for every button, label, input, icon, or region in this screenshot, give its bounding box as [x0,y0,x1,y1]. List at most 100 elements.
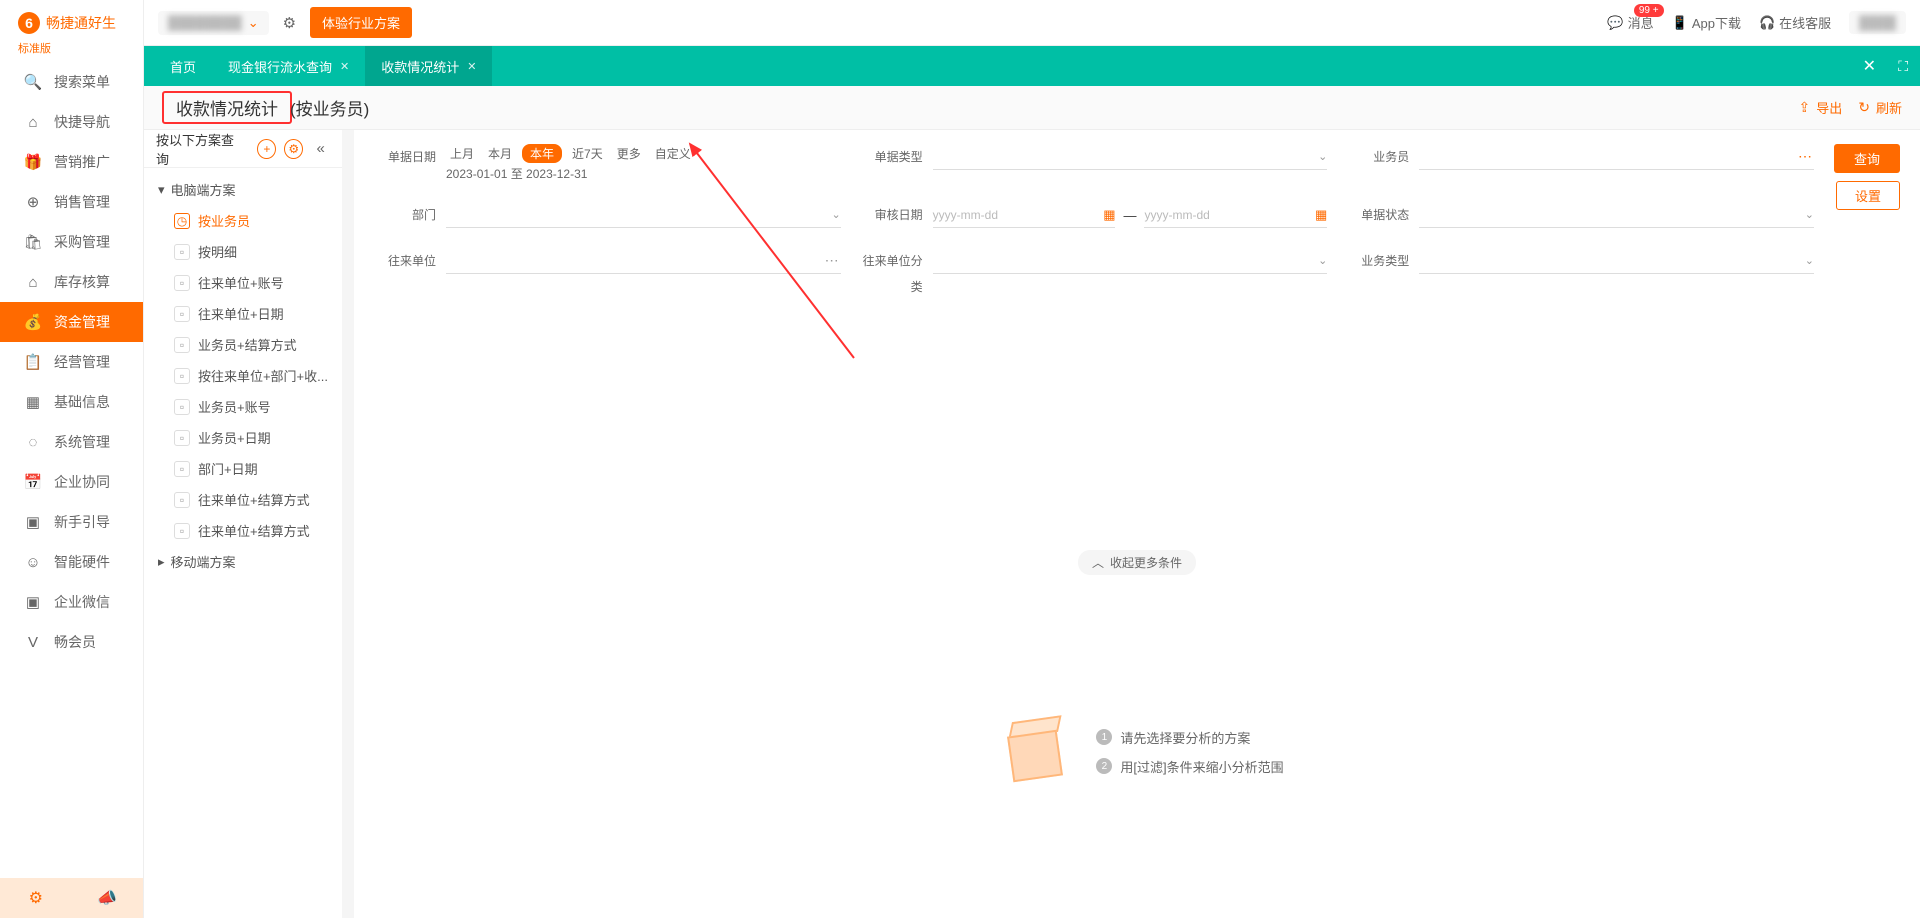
nav-item-新手引导[interactable]: ▣新手引导 [0,502,143,542]
sidebar: 6 畅捷通好生 标准版 🔍搜索菜单⌂快捷导航🎁营销推广⊕销售管理🛍采购管理⌂库存… [0,0,144,918]
nav-item-企业微信[interactable]: ▣企业微信 [0,582,143,622]
tab-收款情况统计[interactable]: 收款情况统计✕ [365,46,492,86]
scheme-item[interactable]: ▫往来单位+账号 [144,267,342,298]
service-button[interactable]: 🎧 在线客服 [1759,13,1831,32]
tab-首页[interactable]: 首页 [154,46,212,86]
scheme-item-label: 按业务员 [198,211,250,230]
scheme-item[interactable]: ▫业务员+账号 [144,391,342,422]
biz-type-select[interactable]: ⌄ [1419,248,1814,274]
nav-item-基础信息[interactable]: ▦基础信息 [0,382,143,422]
audit-date-from[interactable]: yyyy-mm-dd▦ [933,202,1116,228]
date-separator: — [1123,208,1136,223]
dept-select[interactable]: ⌄ [446,202,841,228]
nav-item-营销推广[interactable]: 🎁营销推广 [0,142,143,182]
nav-item-库存核算[interactable]: ⌂库存核算 [0,262,143,302]
scheme-item[interactable]: ▫业务员+日期 [144,422,342,453]
tab-fullscreen-icon[interactable]: ⛶ [1898,58,1908,75]
org-dropdown[interactable]: ████████ ⌄ [158,11,269,35]
scheme-group-pc[interactable]: ▾电脑端方案 [144,174,342,205]
scheme-item[interactable]: ◷按业务员 [144,205,342,236]
scheme-item[interactable]: ▫按往来单位+部门+收... [144,360,342,391]
scheme-item[interactable]: ▫部门+日期 [144,453,342,484]
nav-list: 🔍搜索菜单⌂快捷导航🎁营销推广⊕销售管理🛍采购管理⌂库存核算💰资金管理📋经营管理… [0,62,143,878]
date-quick-本月[interactable]: 本月 [484,144,516,163]
scheme-header-label: 按以下方案查询 [156,130,241,168]
collapse-filters-button[interactable]: ︿收起更多条件 [1078,550,1196,575]
scheme-item[interactable]: ▫按明细 [144,236,342,267]
settings-gear-icon[interactable]: ⚙ [0,878,72,918]
date-quick-更多[interactable]: 更多 [613,144,645,163]
date-quick-近7天[interactable]: 近7天 [568,144,607,163]
refresh-icon: ↻ [1858,99,1870,116]
nav-label: 企业微信 [54,592,110,612]
nav-item-经营管理[interactable]: 📋经营管理 [0,342,143,382]
nav-label: 快捷导航 [54,112,110,132]
scheme-item[interactable]: ▫往来单位+结算方式 [144,515,342,546]
scheme-item-icon: ▫ [174,523,190,539]
partner-picker[interactable]: ⋯ [446,248,841,274]
caret-right-icon: ▸ [158,554,165,570]
nav-item-销售管理[interactable]: ⊕销售管理 [0,182,143,222]
nav-item-搜索菜单[interactable]: 🔍搜索菜单 [0,62,143,102]
caret-down-icon: ▾ [158,182,165,198]
scheme-item[interactable]: ▫往来单位+结算方式 [144,484,342,515]
app-download-button[interactable]: 📱 App下载 [1672,13,1741,32]
nav-item-资金管理[interactable]: 💰资金管理 [0,302,143,342]
service-label: 在线客服 [1779,13,1831,32]
field-bill-date: 单据日期 上月本月本年近7天更多自定义 2023-01-01 至 2023-12… [374,144,841,182]
date-quick-自定义[interactable]: 自定义 [651,144,695,163]
nav-item-快捷导航[interactable]: ⌂快捷导航 [0,102,143,142]
messages-button[interactable]: 💬 消息 99 + [1607,13,1653,32]
chevron-down-icon: ⌄ [1805,254,1814,267]
solution-button[interactable]: 体验行业方案 [310,7,412,38]
scheme-panel: 按以下方案查询 + ⚙ « ▾电脑端方案 ◷按业务员▫按明细▫往来单位+账号▫往… [144,130,342,918]
nav-label: 库存核算 [54,272,110,292]
tab-label: 现金银行流水查询 [228,57,332,76]
salesman-picker[interactable]: ⋯ [1419,144,1814,170]
page-title: 收款情况统计 [172,96,282,123]
collapse-panel-icon[interactable]: « [311,139,330,159]
bill-status-select[interactable]: ⌄ [1419,202,1814,228]
scheme-item[interactable]: ▫往来单位+日期 [144,298,342,329]
scheme-group-mobile[interactable]: ▸移动端方案 [144,546,342,577]
chevron-down-icon: ⌄ [1318,150,1327,163]
date-quick-上月[interactable]: 上月 [446,144,478,163]
export-button[interactable]: ⇪导出 [1799,98,1843,117]
scheme-item[interactable]: ▫业务员+结算方式 [144,329,342,360]
field-bill-type: 单据类型 ⌄ [861,144,1328,182]
tab-close-all-icon[interactable]: ✕ [1863,56,1876,76]
nav-label: 经营管理 [54,352,110,372]
date-quick-本年[interactable]: 本年 [522,144,562,163]
refresh-button[interactable]: ↻刷新 [1858,98,1902,117]
settings-button[interactable]: 设置 [1836,181,1900,210]
nav-item-采购管理[interactable]: 🛍采购管理 [0,222,143,262]
tab-现金银行流水查询[interactable]: 现金银行流水查询 ✕ [212,46,365,86]
nav-label: 企业协同 [54,472,110,492]
bill-type-select[interactable]: ⌄ [933,144,1328,170]
query-button[interactable]: 查询 [1834,144,1900,173]
audit-date-to[interactable]: yyyy-mm-dd▦ [1144,202,1327,228]
nav-icon: ▣ [24,513,42,531]
nav-icon: ▦ [24,393,42,411]
scheme-settings-icon[interactable]: ⚙ [284,139,303,159]
close-icon[interactable]: ✕ [467,60,476,73]
nav-item-企业协同[interactable]: 📅企业协同 [0,462,143,502]
add-scheme-icon[interactable]: + [257,139,276,159]
sound-icon[interactable]: 📣 [72,878,144,918]
nav-item-畅会员[interactable]: V畅会员 [0,622,143,662]
nav-item-系统管理[interactable]: ◌系统管理 [0,422,143,462]
content: 按以下方案查询 + ⚙ « ▾电脑端方案 ◷按业务员▫按明细▫往来单位+账号▫往… [144,130,1920,918]
page-title-suffix: (按业务员) [286,91,373,124]
scheme-item-icon: ▫ [174,244,190,260]
field-bill-status: 单据状态 ⌄ [1347,202,1814,228]
close-icon[interactable]: ✕ [340,60,349,73]
topbar-gear-icon[interactable]: ⚙ [283,14,296,32]
scheme-item-label: 按往来单位+部门+收... [198,366,328,385]
nav-item-智能硬件[interactable]: ☺智能硬件 [0,542,143,582]
partner-cat-select[interactable]: ⌄ [933,248,1328,274]
export-label: 导出 [1816,98,1842,117]
nav-icon: V [24,633,42,651]
chevron-down-icon: ⌄ [1805,208,1814,221]
calendar-icon: ▦ [1103,207,1115,223]
user-dropdown[interactable]: ████ [1849,11,1906,34]
